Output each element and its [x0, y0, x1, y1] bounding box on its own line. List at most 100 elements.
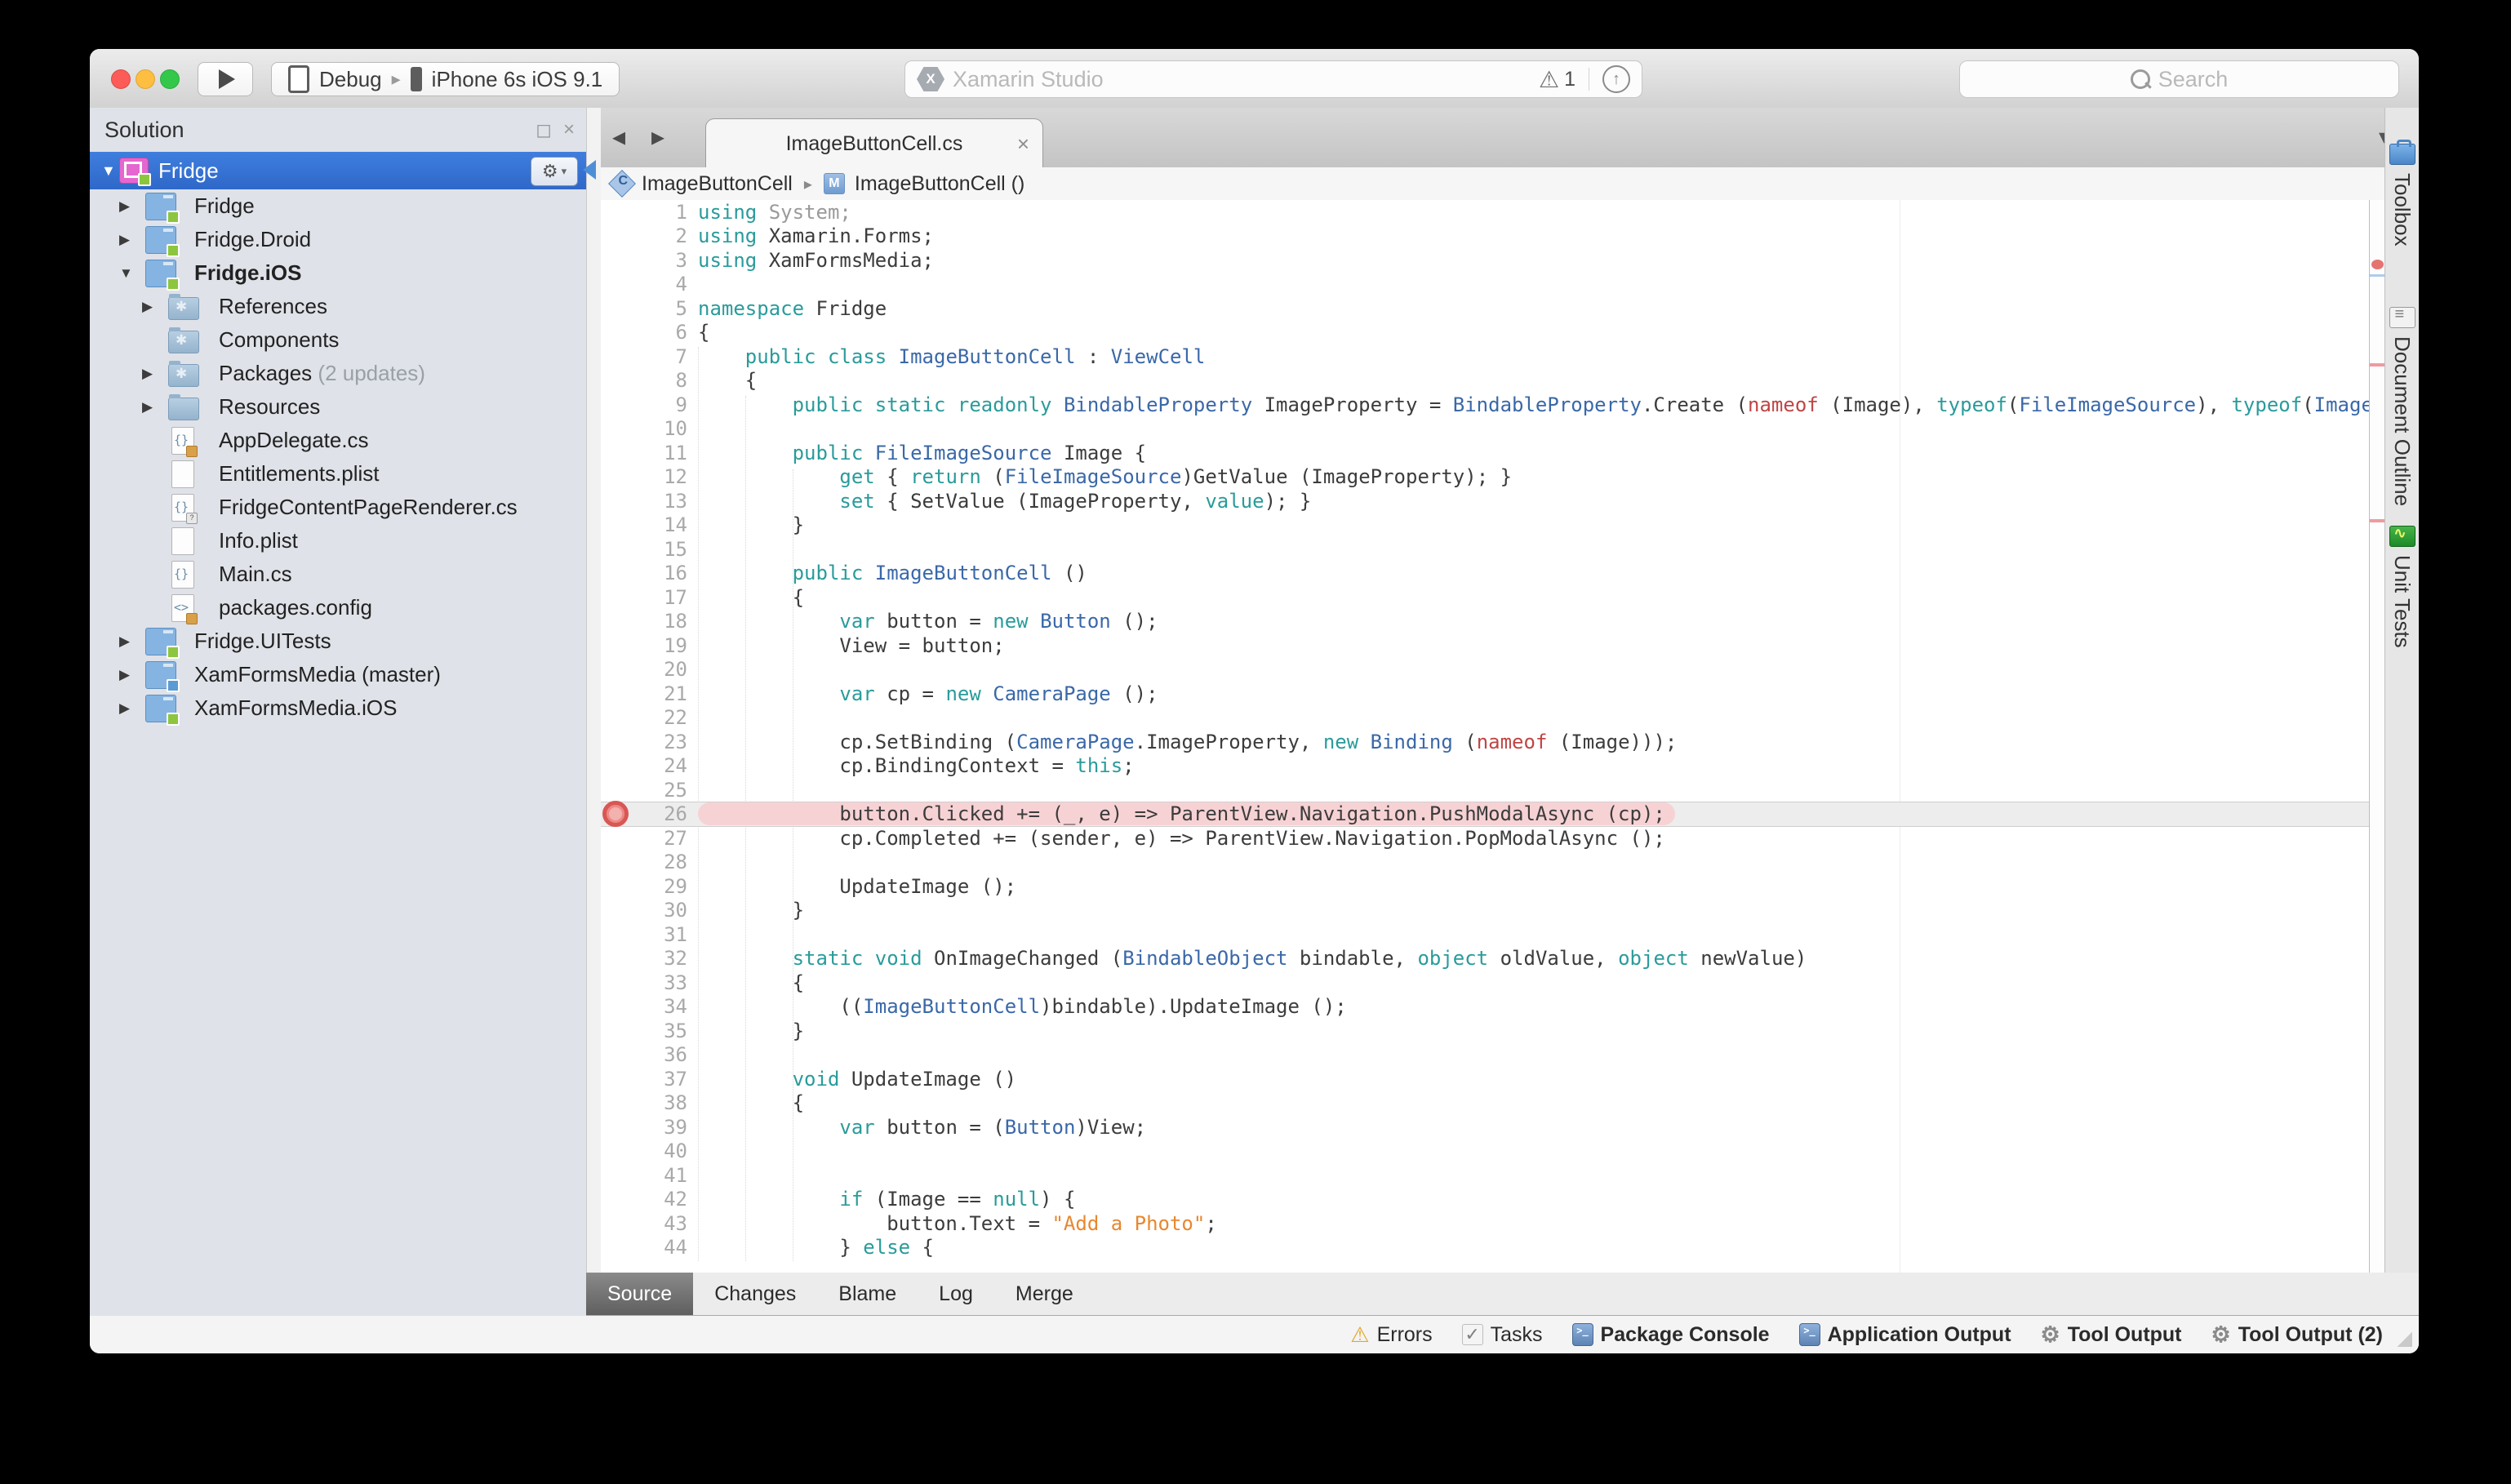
expander-icon[interactable]: ▶: [142, 366, 158, 382]
code-line-13[interactable]: 13 set { SetValue (ImageProperty, value)…: [601, 489, 2370, 513]
code-line-39[interactable]: 39 var button = (Button)View;: [601, 1115, 2370, 1140]
warning-count[interactable]: 1: [1564, 68, 1575, 91]
code-line-6[interactable]: 6{: [601, 321, 2370, 345]
navigate-back-button[interactable]: ◂: [612, 121, 625, 152]
statusbar-pad-tool-output[interactable]: ⚙Tool Output: [2041, 1322, 2182, 1348]
code-line-4[interactable]: 4: [601, 273, 2370, 297]
expander-icon[interactable]: ▶: [119, 633, 136, 650]
tree-item-references[interactable]: ▶References: [90, 290, 586, 323]
close-tab-icon[interactable]: ×: [1017, 131, 1029, 157]
code-line-2[interactable]: 2using Xamarin.Forms;: [601, 224, 2370, 249]
expander-icon[interactable]: ▶: [142, 399, 158, 415]
statusbar-pad-application-output[interactable]: >_Application Output: [1799, 1323, 2011, 1347]
code-line-15[interactable]: 15: [601, 537, 2370, 562]
code-line-24[interactable]: 24 cp.BindingContext = this;: [601, 754, 2370, 779]
minimize-window-button[interactable]: [136, 69, 155, 89]
tree-item-info-plist[interactable]: Info.plist: [90, 524, 586, 558]
tree-item-components[interactable]: Components: [90, 323, 586, 357]
tree-item-fridge-uitests[interactable]: ▶Fridge.UITests: [90, 624, 586, 658]
tree-item-xamformsmedia-ios[interactable]: ▶XamFormsMedia.iOS: [90, 691, 586, 725]
search-field[interactable]: Search: [1959, 60, 2399, 98]
run-button[interactable]: [198, 62, 253, 96]
code-line-11[interactable]: 11 public FileImageSource Image {: [601, 441, 2370, 465]
expander-icon[interactable]: ▶: [142, 299, 158, 315]
code-line-14[interactable]: 14 }: [601, 513, 2370, 538]
code-line-41[interactable]: 41: [601, 1163, 2370, 1188]
code-line-31[interactable]: 31: [601, 922, 2370, 947]
close-window-button[interactable]: [111, 69, 131, 89]
document-tab[interactable]: ImageButtonCell.cs ×: [705, 118, 1043, 168]
code-line-17[interactable]: 17 {: [601, 585, 2370, 610]
code-line-22[interactable]: 22: [601, 706, 2370, 731]
zoom-window-button[interactable]: [160, 69, 180, 89]
side-tab-toolbox[interactable]: Toolbox: [2385, 144, 2419, 247]
upload-icon[interactable]: ↑: [1602, 65, 1630, 93]
tree-item-packages[interactable]: ▶Packages (2 updates): [90, 357, 586, 390]
breakpoint-icon[interactable]: [602, 801, 629, 827]
code-line-44[interactable]: 44 } else {: [601, 1236, 2370, 1260]
tree-item-fridgecontentpagerenderer-cs[interactable]: {}?FridgeContentPageRenderer.cs: [90, 491, 586, 524]
error-stripe[interactable]: [2369, 200, 2385, 1273]
ide-status-box[interactable]: X Xamarin Studio ⚠ 1 ↑: [904, 60, 1642, 98]
code-line-32[interactable]: 32 static void OnImageChanged (BindableO…: [601, 947, 2370, 971]
pane-splitter[interactable]: [586, 108, 602, 1316]
tree-item-xamformsmedia-master[interactable]: ▶XamFormsMedia (master): [90, 658, 586, 691]
statusbar-pad-package-console[interactable]: >_Package Console: [1572, 1323, 1770, 1347]
tree-item-packages-config[interactable]: <>packages.config: [90, 591, 586, 624]
code-line-20[interactable]: 20: [601, 658, 2370, 682]
expander-icon[interactable]: ▶: [119, 198, 136, 215]
tree-item-fridge-droid[interactable]: ▶Fridge.Droid: [90, 223, 586, 256]
footer-tab-log[interactable]: Log: [918, 1273, 994, 1315]
build-configuration-selector[interactable]: Debug ▸ iPhone 6s iOS 9.1: [271, 62, 620, 96]
side-tab-unit-tests[interactable]: Unit Tests: [2385, 526, 2419, 648]
code-line-3[interactable]: 3using XamFormsMedia;: [601, 248, 2370, 273]
code-line-34[interactable]: 34 ((ImageButtonCell)bindable).UpdateIma…: [601, 995, 2370, 1020]
code-line-1[interactable]: 1using System;: [601, 200, 2370, 224]
code-line-43[interactable]: 43 button.Text = "Add a Photo";: [601, 1211, 2370, 1236]
code-line-23[interactable]: 23 cp.SetBinding (CameraPage.ImageProper…: [601, 730, 2370, 754]
expander-icon[interactable]: ▶: [119, 667, 136, 683]
expander-icon[interactable]: ▶: [119, 232, 136, 248]
collapse-pane-icon[interactable]: [583, 160, 596, 180]
code-line-21[interactable]: 21 var cp = new CameraPage ();: [601, 682, 2370, 706]
code-line-7[interactable]: 7 public class ImageButtonCell : ViewCel…: [601, 344, 2370, 369]
solution-options-button[interactable]: ⚙▾: [531, 157, 578, 186]
code-line-37[interactable]: 37 void UpdateImage (): [601, 1067, 2370, 1091]
code-line-29[interactable]: 29 UpdateImage ();: [601, 874, 2370, 899]
tree-item-resources[interactable]: ▶Resources: [90, 390, 586, 424]
code-line-8[interactable]: 8 {: [601, 369, 2370, 393]
code-line-16[interactable]: 16 public ImageButtonCell (): [601, 562, 2370, 586]
code-line-36[interactable]: 36: [601, 1043, 2370, 1068]
expander-icon[interactable]: ▶: [119, 700, 136, 717]
breadcrumb-method[interactable]: ImageButtonCell (): [855, 172, 1024, 196]
code-line-30[interactable]: 30 }: [601, 899, 2370, 923]
code-line-42[interactable]: 42 if (Image == null) {: [601, 1188, 2370, 1212]
code-line-18[interactable]: 18 var button = new Button ();: [601, 610, 2370, 634]
statusbar-pad-errors[interactable]: ⚠Errors: [1350, 1322, 1432, 1348]
expander-icon[interactable]: ▼: [119, 265, 136, 282]
code-editor[interactable]: 1using System;2using Xamarin.Forms;3usin…: [601, 200, 2370, 1273]
resize-grip[interactable]: ◢: [2398, 1326, 2412, 1350]
tree-item-entitlements-plist[interactable]: Entitlements.plist: [90, 457, 586, 491]
tree-item-main-cs[interactable]: {}Main.cs: [90, 558, 586, 591]
code-line-5[interactable]: 5namespace Fridge: [601, 296, 2370, 321]
footer-tab-blame[interactable]: Blame: [817, 1273, 918, 1315]
side-tab-document-outline[interactable]: Document Outline: [2385, 307, 2419, 506]
tree-item-fridge-solution[interactable]: ▼ Fridge ⚙▾: [90, 152, 586, 189]
code-line-38[interactable]: 38 {: [601, 1091, 2370, 1116]
code-line-35[interactable]: 35 }: [601, 1019, 2370, 1043]
code-line-27[interactable]: 27 cp.Completed += (sender, e) => Parent…: [601, 826, 2370, 851]
expander-icon[interactable]: ▼: [101, 162, 119, 180]
code-line-12[interactable]: 12 get { return (FileImageSource)GetValu…: [601, 465, 2370, 490]
code-line-9[interactable]: 9 public static readonly BindablePropert…: [601, 393, 2370, 417]
code-line-25[interactable]: 25: [601, 778, 2370, 802]
code-line-28[interactable]: 28: [601, 851, 2370, 875]
tree-item-appdelegate-cs[interactable]: {}AppDelegate.cs: [90, 424, 586, 457]
close-pad-icon[interactable]: ×: [563, 118, 575, 141]
footer-tab-source[interactable]: Source: [586, 1273, 693, 1315]
footer-tab-merge[interactable]: Merge: [994, 1273, 1095, 1315]
code-line-10[interactable]: 10: [601, 417, 2370, 442]
footer-tab-changes[interactable]: Changes: [693, 1273, 817, 1315]
code-line-33[interactable]: 33 {: [601, 971, 2370, 995]
breadcrumb-class[interactable]: ImageButtonCell: [642, 172, 793, 196]
